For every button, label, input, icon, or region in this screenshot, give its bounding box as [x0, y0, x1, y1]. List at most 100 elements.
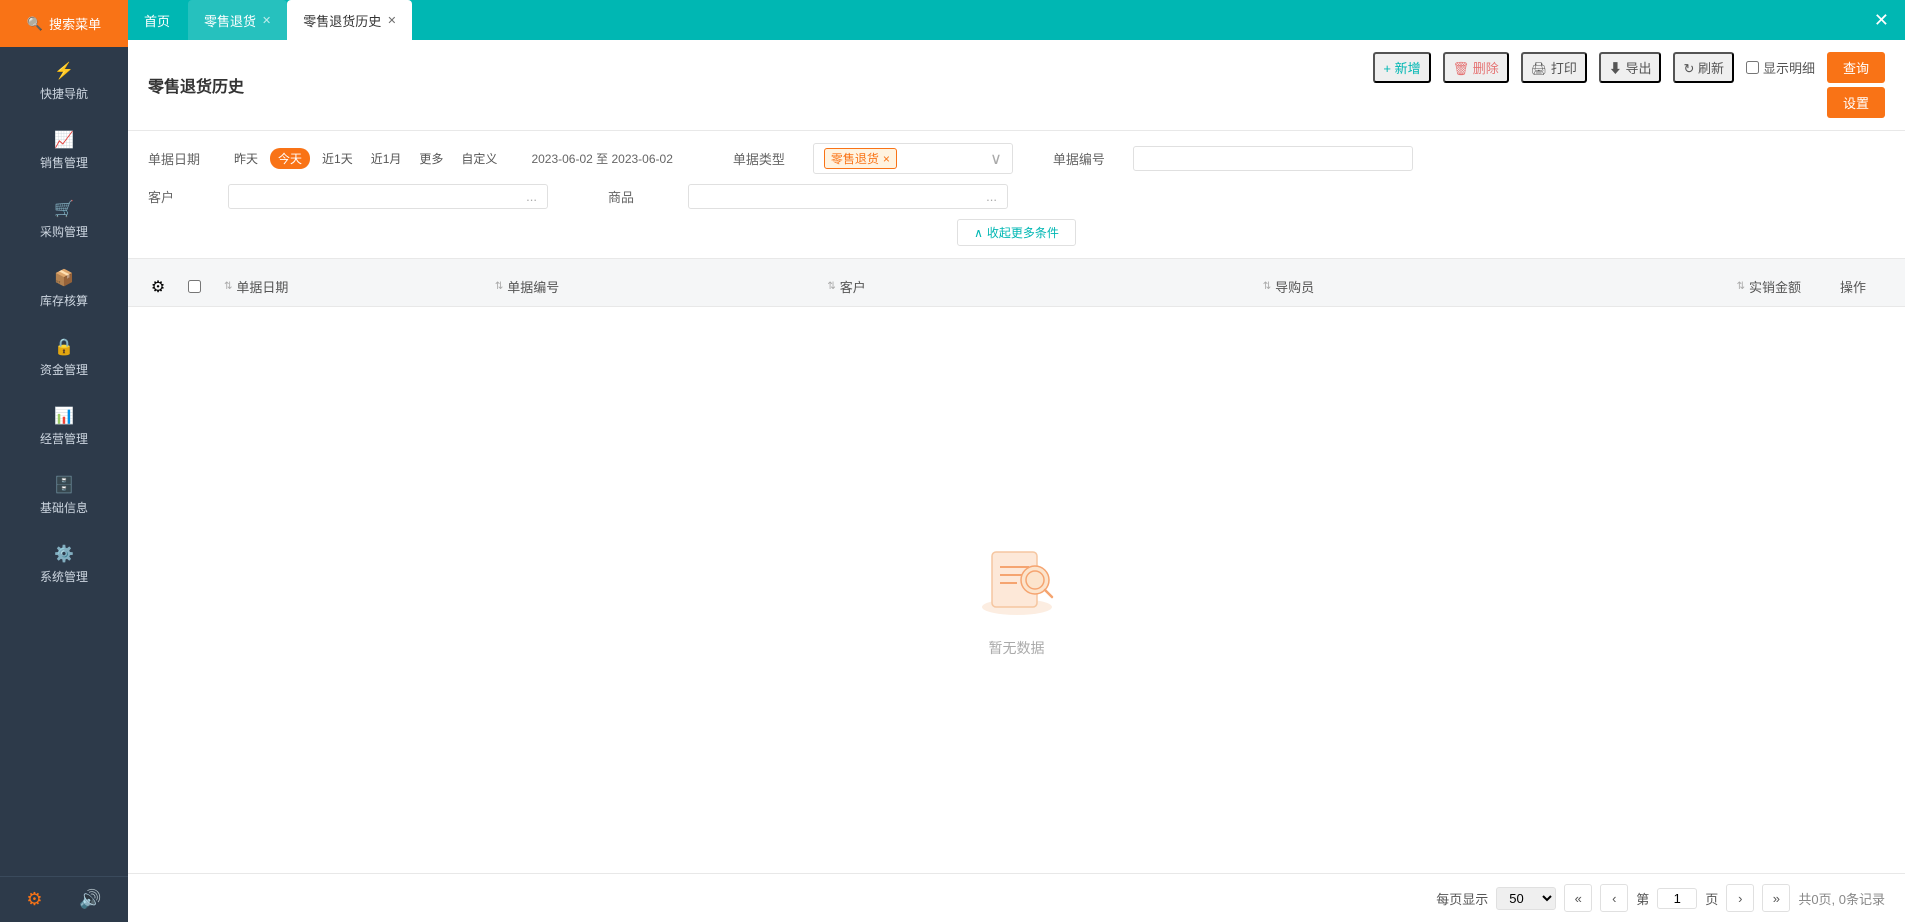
- print-button[interactable]: 🖨 打印: [1521, 52, 1587, 83]
- sidebar-item-base-info[interactable]: 🗄️ 基础信息: [0, 461, 128, 530]
- sidebar: 🔍 搜索菜单 ⚡ 快捷导航 📈 销售管理 🛒 采购管理 📦 库存核算 🔒 资金管…: [0, 0, 128, 922]
- num-filter-label: 单据编号: [1053, 149, 1113, 168]
- sidebar-item-label: 资金管理: [40, 361, 88, 378]
- first-page-button[interactable]: «: [1564, 884, 1592, 912]
- page-header: 零售退货历史 + 新增 🗑 删除 🖨 打印 ⬇ 导出 ↻ 刷新 显示明细 查询 …: [128, 40, 1905, 131]
- per-page-select[interactable]: 50 10 20 100: [1496, 887, 1556, 910]
- th-sort-icon: ⇅: [827, 281, 835, 292]
- th-amount[interactable]: ⇅ 实销金额: [1583, 277, 1813, 296]
- topbar: 首页 零售退货 ✕ 零售退货历史 ✕ ✕: [128, 0, 1905, 40]
- table-header: ⚙ ⇅ 单据日期 ⇅ 单据编号 ⇅ 客户 ⇅: [128, 267, 1905, 307]
- delete-button[interactable]: 🗑 删除: [1443, 52, 1509, 83]
- goods-dots: ...: [986, 189, 997, 204]
- num-filter-input[interactable]: [1133, 146, 1413, 171]
- search-icon: 🔍: [27, 16, 43, 32]
- page-unit: 页: [1705, 889, 1718, 908]
- sidebar-item-label: 系统管理: [40, 568, 88, 585]
- volume-icon[interactable]: 🔊: [79, 889, 101, 910]
- sidebar-item-label: 库存核算: [40, 292, 88, 309]
- date-btn-last1m[interactable]: 近1月: [365, 148, 408, 169]
- sidebar-item-sales-mgmt[interactable]: 📈 销售管理: [0, 116, 128, 185]
- th-op-label: 操作: [1840, 277, 1866, 296]
- settings-icon: ⚙: [151, 277, 165, 297]
- show-detail-checkbox[interactable]: [1746, 61, 1759, 74]
- th-date[interactable]: ⇅ 单据日期: [212, 277, 483, 296]
- th-sort-icon: ⇅: [224, 281, 232, 292]
- sidebar-item-inventory[interactable]: 📦 库存核算: [0, 254, 128, 323]
- sidebar-item-finance-mgmt[interactable]: 🔒 资金管理: [0, 323, 128, 392]
- sidebar-footer: ⚙ 🔊: [0, 876, 128, 922]
- sales-icon: 📈: [54, 130, 74, 150]
- sidebar-search[interactable]: 🔍 搜索菜单: [0, 0, 128, 47]
- th-checkbox[interactable]: [176, 280, 212, 293]
- topbar-close-button[interactable]: ✕: [1858, 10, 1905, 31]
- date-btn-today[interactable]: 今天: [270, 148, 310, 169]
- type-dropdown-icon: ∨: [990, 149, 1002, 169]
- empty-text: 暂无数据: [989, 638, 1045, 658]
- sidebar-item-biz-mgmt[interactable]: 📊 经营管理: [0, 392, 128, 461]
- sidebar-item-sys-mgmt[interactable]: ⚙️ 系统管理: [0, 530, 128, 599]
- th-guide[interactable]: ⇅ 导购员: [1251, 277, 1584, 296]
- refresh-button[interactable]: ↻ 刷新: [1673, 52, 1734, 83]
- date-btn-custom[interactable]: 自定义: [455, 148, 503, 169]
- last-page-button[interactable]: »: [1762, 884, 1790, 912]
- settings-icon[interactable]: ⚙: [26, 889, 42, 910]
- date-btn-last7[interactable]: 近1天: [316, 148, 359, 169]
- th-num-label: 单据编号: [507, 277, 559, 296]
- tab-retail-return[interactable]: 零售退货 ✕: [188, 0, 287, 40]
- collapse-button[interactable]: ∧ 收起更多条件: [957, 219, 1076, 246]
- tab-retail-return-history-close[interactable]: ✕: [387, 14, 396, 27]
- sidebar-item-quick-nav[interactable]: ⚡ 快捷导航: [0, 47, 128, 116]
- next-page-button[interactable]: ›: [1726, 884, 1754, 912]
- query-button[interactable]: 查询: [1827, 52, 1885, 83]
- filter-row-date: 单据日期 昨天 今天 近1天 近1月 更多 自定义 2023-06-02 至 2…: [148, 143, 1885, 174]
- th-settings[interactable]: ⚙: [140, 277, 176, 297]
- type-tag-label: 零售退货: [831, 150, 879, 167]
- sidebar-item-label: 基础信息: [40, 499, 88, 516]
- purchase-icon: 🛒: [54, 199, 74, 219]
- inventory-icon: 📦: [54, 268, 74, 288]
- goods-filter-label: 商品: [608, 187, 668, 206]
- page-number-input[interactable]: [1657, 888, 1697, 909]
- setting-button[interactable]: 设置: [1827, 87, 1885, 118]
- tab-retail-return-label: 零售退货: [204, 11, 256, 30]
- collapse-area: ∧ 收起更多条件: [148, 219, 1885, 246]
- sidebar-item-label: 采购管理: [40, 223, 88, 240]
- sidebar-item-label: 销售管理: [40, 154, 88, 171]
- goods-filter-selector[interactable]: ...: [688, 184, 1008, 209]
- date-range-display: 2023-06-02 至 2023-06-02: [531, 150, 672, 167]
- date-btn-yesterday[interactable]: 昨天: [228, 148, 264, 169]
- th-sort-icon: ⇅: [1263, 281, 1271, 292]
- th-customer-label: 客户: [840, 277, 866, 296]
- customer-filter-label: 客户: [148, 187, 208, 206]
- type-tag-close[interactable]: ×: [883, 152, 890, 166]
- date-filter-buttons: 昨天 今天 近1天 近1月 更多 自定义: [228, 148, 503, 169]
- customer-filter-selector[interactable]: ...: [228, 184, 548, 209]
- th-num[interactable]: ⇅ 单据编号: [483, 277, 816, 296]
- prev-page-button[interactable]: ‹: [1600, 884, 1628, 912]
- th-op: 操作: [1813, 277, 1893, 296]
- close-icon: ✕: [1874, 10, 1889, 30]
- table-area: ⚙ ⇅ 单据日期 ⇅ 单据编号 ⇅ 客户 ⇅: [128, 267, 1905, 922]
- new-button[interactable]: + 新增: [1373, 52, 1430, 83]
- th-customer[interactable]: ⇅ 客户: [815, 277, 1250, 296]
- header-right-actions: + 新增 🗑 删除 🖨 打印 ⬇ 导出 ↻ 刷新 显示明细 查询 设置: [1373, 52, 1885, 118]
- select-all-checkbox[interactable]: [188, 280, 201, 293]
- empty-state: 暂无数据: [128, 307, 1905, 873]
- content-area: 零售退货历史 + 新增 🗑 删除 🖨 打印 ⬇ 导出 ↻ 刷新 显示明细 查询 …: [128, 40, 1905, 922]
- empty-illustration: [967, 522, 1067, 622]
- type-filter-selector[interactable]: 零售退货 × ∨: [813, 143, 1013, 174]
- sys-icon: ⚙️: [54, 544, 74, 564]
- page-title: 零售退货历史: [148, 73, 244, 97]
- collapse-icon: ∧: [974, 226, 983, 240]
- export-button[interactable]: ⬇ 导出: [1599, 52, 1662, 83]
- date-filter-label: 单据日期: [148, 149, 208, 168]
- th-sort-icon: ⇅: [495, 281, 503, 292]
- type-selected-tag: 零售退货 ×: [824, 148, 897, 169]
- sidebar-item-purchase-mgmt[interactable]: 🛒 采购管理: [0, 185, 128, 254]
- tab-retail-return-close[interactable]: ✕: [262, 14, 271, 27]
- tab-retail-return-history[interactable]: 零售退货历史 ✕: [287, 0, 412, 40]
- page-label: 第: [1636, 889, 1649, 908]
- tab-home[interactable]: 首页: [128, 0, 186, 40]
- date-btn-more[interactable]: 更多: [413, 148, 449, 169]
